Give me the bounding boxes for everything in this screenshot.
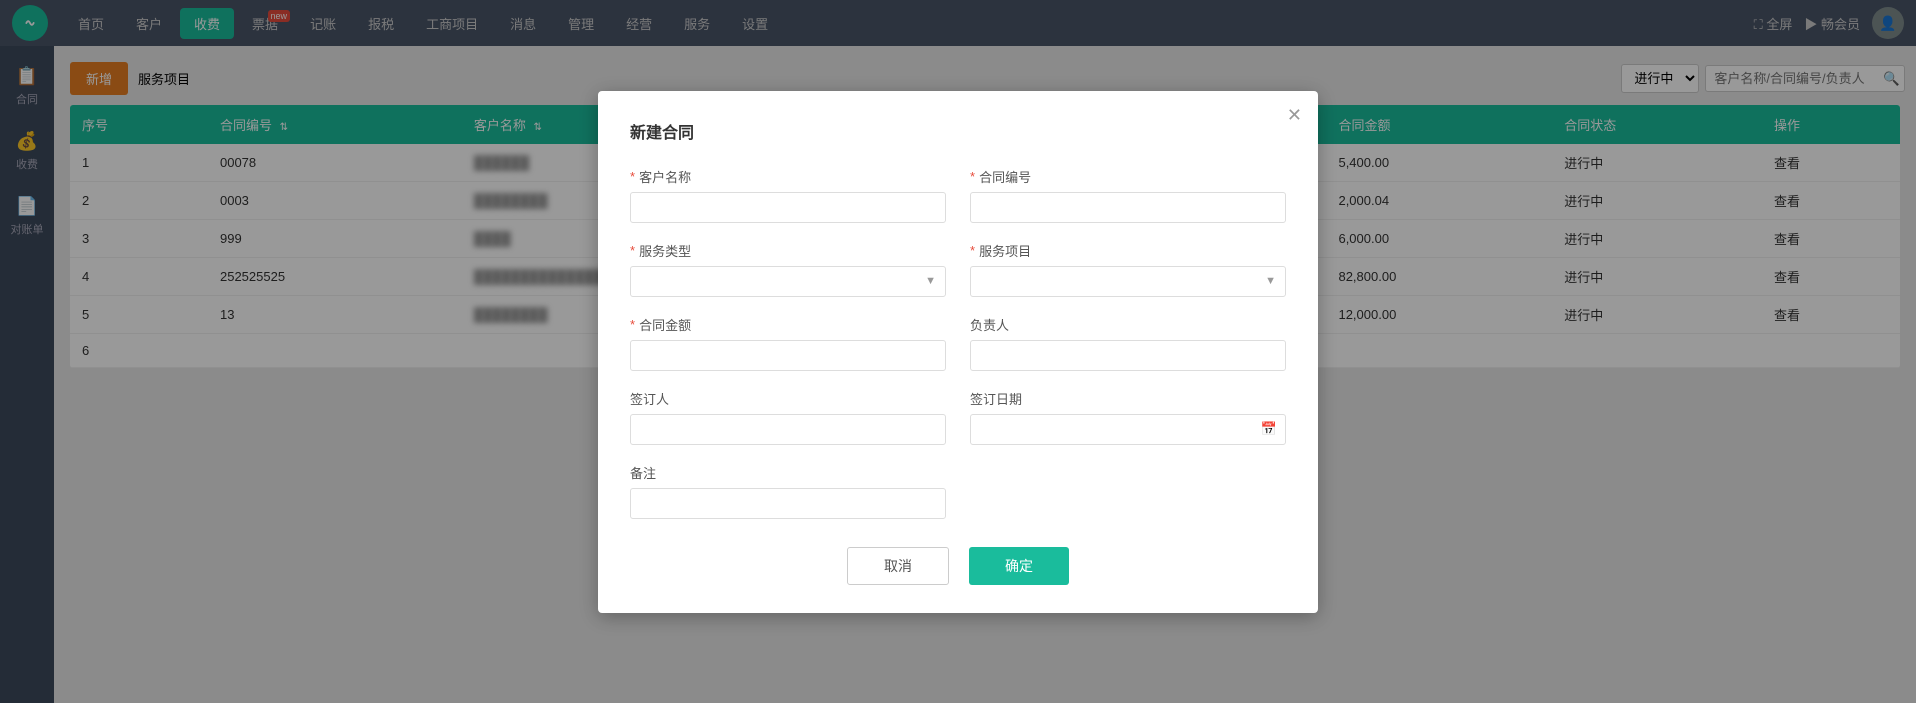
sign-date-wrap: 2023-06-06 📅 bbox=[970, 414, 1286, 445]
confirm-button[interactable]: 确定 bbox=[969, 547, 1069, 585]
new-contract-dialog: 新建合同 ✕ * 客户名称 * 合同编号 * bbox=[598, 91, 1318, 613]
service-type-select-wrap: ▼ bbox=[630, 266, 946, 297]
form-field-spacer bbox=[970, 463, 1286, 519]
dialog-title: 新建合同 bbox=[630, 119, 1286, 143]
dialog-footer: 取消 确定 bbox=[630, 547, 1286, 585]
signer-input[interactable] bbox=[630, 414, 946, 445]
form-field-contract-no: * 合同编号 bbox=[970, 167, 1286, 223]
customer-label: * 客户名称 bbox=[630, 167, 946, 186]
required-mark-4: * bbox=[970, 243, 975, 258]
required-mark-1: * bbox=[630, 169, 635, 184]
remark-input[interactable] bbox=[630, 488, 946, 519]
amount-input[interactable]: 0.00 bbox=[630, 340, 946, 371]
required-mark-5: * bbox=[630, 317, 635, 332]
customer-input[interactable] bbox=[630, 192, 946, 223]
form-field-sign-date: 签订日期 2023-06-06 📅 bbox=[970, 389, 1286, 445]
required-mark-3: * bbox=[630, 243, 635, 258]
form-row-1: * 客户名称 * 合同编号 bbox=[630, 167, 1286, 223]
service-type-label: * 服务类型 bbox=[630, 241, 946, 260]
form-field-service-item: * 服务项目 ▼ bbox=[970, 241, 1286, 297]
calendar-icon[interactable]: 📅 bbox=[1261, 421, 1277, 437]
form-row-2: * 服务类型 ▼ * 服务项目 bbox=[630, 241, 1286, 297]
responsible-label: 负责人 bbox=[970, 315, 1286, 334]
service-item-select-wrap: ▼ bbox=[970, 266, 1286, 297]
form-field-remark: 备注 bbox=[630, 463, 946, 519]
remark-label: 备注 bbox=[630, 463, 946, 482]
required-mark-2: * bbox=[970, 169, 975, 184]
sign-date-label: 签订日期 bbox=[970, 389, 1286, 408]
responsible-input[interactable] bbox=[970, 340, 1286, 371]
form-field-service-type: * 服务类型 ▼ bbox=[630, 241, 946, 297]
cancel-button[interactable]: 取消 bbox=[847, 547, 949, 585]
service-item-label: * 服务项目 bbox=[970, 241, 1286, 260]
service-type-select[interactable] bbox=[630, 266, 946, 297]
form-field-responsible: 负责人 bbox=[970, 315, 1286, 371]
sign-date-input[interactable]: 2023-06-06 bbox=[979, 415, 1255, 444]
contract-no-label: * 合同编号 bbox=[970, 167, 1286, 186]
form-field-customer: * 客户名称 bbox=[630, 167, 946, 223]
form-row-5: 备注 bbox=[630, 463, 1286, 519]
dialog-overlay[interactable]: 新建合同 ✕ * 客户名称 * 合同编号 * bbox=[0, 0, 1916, 703]
form-field-signer: 签订人 bbox=[630, 389, 946, 445]
service-item-select[interactable] bbox=[970, 266, 1286, 297]
form-row-4: 签订人 签订日期 2023-06-06 📅 bbox=[630, 389, 1286, 445]
contract-no-input[interactable] bbox=[970, 192, 1286, 223]
form-field-amount: * 合同金额 0.00 bbox=[630, 315, 946, 371]
amount-label: * 合同金额 bbox=[630, 315, 946, 334]
dialog-close-button[interactable]: ✕ bbox=[1287, 105, 1302, 126]
signer-label: 签订人 bbox=[630, 389, 946, 408]
form-row-3: * 合同金额 0.00 负责人 bbox=[630, 315, 1286, 371]
